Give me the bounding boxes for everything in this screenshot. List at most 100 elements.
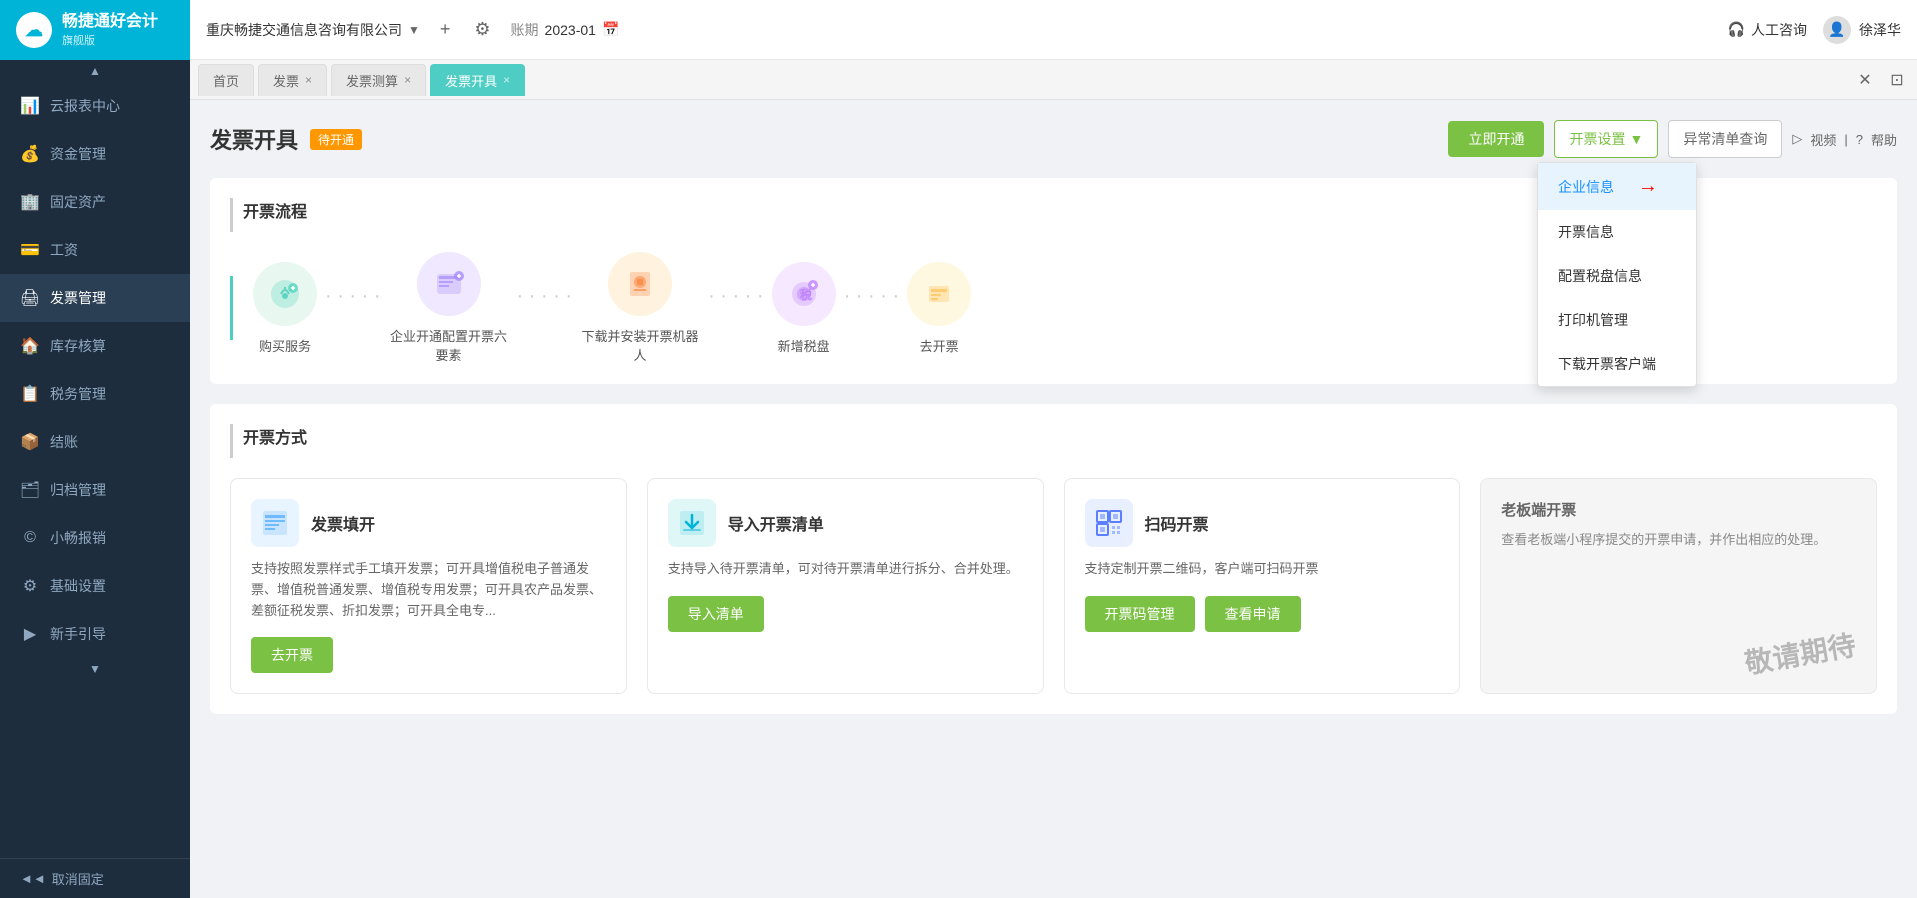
- process-arrow-1: · · · · ·: [325, 285, 381, 332]
- user-menu[interactable]: 👤 徐泽华: [1823, 16, 1901, 44]
- tab-home-label: 首页: [213, 71, 239, 90]
- process-arrow-4: · · · · ·: [844, 285, 900, 332]
- header-actions: 立即开通 开票设置 ▼ 企业信息 → 开票信息: [1448, 120, 1897, 158]
- sidebar-item-basic-settings[interactable]: ⚙ 基础设置: [0, 562, 190, 610]
- new-guide-icon: ▶: [20, 624, 40, 644]
- settings-icon[interactable]: ⚙: [470, 15, 494, 44]
- sidebar-logo: ☁ 畅捷通好会计 旗舰版: [0, 0, 190, 60]
- sidebar-item-label: 库存核算: [50, 336, 106, 356]
- scan-card-desc: 支持定制开票二维码，客户端可扫码开票: [1085, 559, 1440, 580]
- sidebar-item-label: 云报表中心: [50, 96, 120, 116]
- close-window-button[interactable]: ✕: [1853, 68, 1877, 92]
- tab-invoice-test-close[interactable]: ×: [404, 73, 411, 87]
- process-step-buy: 购买服务: [253, 262, 317, 355]
- settle-icon: 📦: [20, 432, 40, 452]
- sidebar-item-fixed-assets[interactable]: 🏢 固定资产: [0, 178, 190, 226]
- basic-settings-icon: ⚙: [20, 576, 40, 596]
- tab-home[interactable]: 首页: [198, 64, 254, 96]
- scroll-up[interactable]: ▲: [0, 60, 190, 82]
- process-step-config: 企业开通配置开票六要素: [389, 252, 509, 364]
- qr-code-mgmt-button[interactable]: 开票码管理: [1085, 596, 1195, 632]
- process-start-line: [230, 276, 233, 340]
- salary-icon: 💳: [20, 240, 40, 260]
- play-icon: ▷: [1792, 131, 1802, 147]
- dropdown-item-printer[interactable]: 打印机管理: [1538, 298, 1696, 342]
- import-list-button[interactable]: 导入清单: [668, 596, 764, 632]
- video-label[interactable]: 视频: [1810, 130, 1836, 149]
- page-title: 发票开具: [210, 123, 298, 155]
- sidebar-item-tax-mgmt[interactable]: 📋 税务管理: [0, 370, 190, 418]
- sidebar-item-invoice-mgmt[interactable]: 🖨 发票管理: [0, 274, 190, 322]
- sidebar-item-inventory[interactable]: 🏠 库存核算: [0, 322, 190, 370]
- cloud-report-icon: 📊: [20, 96, 40, 116]
- main-area: 重庆畅捷交通信息咨询有限公司 ▼ + ⚙ 账期 2023-01 📅 🎧 人工咨询…: [190, 0, 1917, 898]
- boss-overlay-text: 敬请期待: [1741, 624, 1858, 683]
- logo-title: 畅捷通好会计: [62, 12, 158, 31]
- method-section: 开票方式: [210, 404, 1897, 714]
- tab-invoice-open-close[interactable]: ×: [503, 73, 510, 87]
- method-card-scan: 扫码开票 支持定制开票二维码，客户端可扫码开票 开票码管理 查看申请: [1064, 478, 1461, 694]
- sidebar-item-salary[interactable]: 💳 工资: [0, 226, 190, 274]
- sidebar-item-cloud-report[interactable]: 📊 云报表中心: [0, 82, 190, 130]
- method-card-import: 导入开票清单 支持导入待开票清单，可对待开票清单进行拆分、合并处理。 导入清单: [647, 478, 1044, 694]
- sidebar-item-fund-mgmt[interactable]: 💰 资金管理: [0, 130, 190, 178]
- view-application-button[interactable]: 查看申请: [1205, 596, 1301, 632]
- cancel-pin-button[interactable]: ◄◄ 取消固定: [0, 858, 190, 898]
- fund-mgmt-icon: 💰: [20, 144, 40, 164]
- process-buy-label: 购买服务: [259, 336, 311, 355]
- tab-invoice-open-label: 发票开具: [445, 71, 497, 90]
- process-go-invoice-label: 去开票: [920, 336, 959, 355]
- scan-card-header: 扫码开票: [1085, 499, 1440, 547]
- import-card-desc: 支持导入待开票清单，可对待开票清单进行拆分、合并处理。: [668, 559, 1023, 580]
- dropdown-item-tax-disk[interactable]: 配置税盘信息: [1538, 254, 1696, 298]
- sidebar-item-xiaochang[interactable]: © 小畅报销: [0, 514, 190, 562]
- sidebar-item-label: 固定资产: [50, 192, 106, 212]
- config-icon: [417, 252, 481, 316]
- tax-mgmt-icon: 📋: [20, 384, 40, 404]
- add-company-button[interactable]: +: [436, 15, 455, 44]
- sidebar-item-label: 基础设置: [50, 576, 106, 596]
- company-name: 重庆畅捷交通信息咨询有限公司: [206, 20, 402, 40]
- sidebar-item-new-guide[interactable]: ▶ 新手引导: [0, 610, 190, 658]
- xiaochang-icon: ©: [20, 528, 40, 548]
- tab-invoice-open[interactable]: 发票开具 ×: [430, 64, 525, 96]
- process-step-download: 下载并安装开票机器人: [580, 252, 700, 364]
- settings-button[interactable]: 开票设置 ▼: [1554, 120, 1658, 158]
- red-arrow-icon: →: [1638, 175, 1658, 197]
- pin-icon: ◄◄: [20, 871, 46, 886]
- process-step-taxdisk: 税 新增税盘: [772, 262, 836, 355]
- activate-button[interactable]: 立即开通: [1448, 121, 1544, 157]
- logo-subtitle: 旗舰版: [62, 32, 158, 48]
- sidebar-item-archive[interactable]: 🗂 归档管理: [0, 466, 190, 514]
- help-label[interactable]: 帮助: [1871, 130, 1897, 149]
- scroll-down[interactable]: ▼: [0, 658, 190, 680]
- video-help-area: ▷ 视频 | ? 帮助: [1792, 130, 1897, 149]
- sidebar-item-label: 新手引导: [50, 624, 106, 644]
- tab-invoice[interactable]: 发票 ×: [258, 64, 327, 96]
- tab-invoice-close[interactable]: ×: [305, 73, 312, 87]
- sidebar: ☁ 畅捷通好会计 旗舰版 ▲ 📊 云报表中心 💰 资金管理 🏢 固定资产 💳: [0, 0, 190, 898]
- sidebar-item-settle[interactable]: 📦 结账: [0, 418, 190, 466]
- period-selector[interactable]: 账期 2023-01 📅: [511, 20, 620, 40]
- dropdown-item-download-client[interactable]: 下载开票客户端: [1538, 342, 1696, 386]
- dropdown-download-client-label: 下载开票客户端: [1558, 356, 1656, 372]
- logo-icon: ☁: [16, 12, 52, 48]
- import-card-header: 导入开票清单: [668, 499, 1023, 547]
- dropdown-item-invoice-info[interactable]: 开票信息: [1538, 210, 1696, 254]
- query-button[interactable]: 异常清单查询: [1668, 120, 1782, 158]
- support-button[interactable]: 🎧 人工咨询: [1728, 20, 1807, 40]
- boss-card-desc: 查看老板端小程序提交的开票申请，并作出相应的处理。: [1501, 530, 1856, 551]
- dropdown-company-info-label: 企业信息: [1558, 179, 1614, 195]
- company-selector[interactable]: 重庆畅捷交通信息咨询有限公司 ▼: [206, 20, 420, 40]
- tab-invoice-test-label: 发票测算: [346, 71, 398, 90]
- page-title-row: 发票开具 待开通: [210, 123, 362, 155]
- tab-invoice-test[interactable]: 发票测算 ×: [331, 64, 426, 96]
- period-value: 2023-01: [545, 22, 596, 38]
- dropdown-item-company-info[interactable]: 企业信息 →: [1538, 163, 1696, 210]
- window-controls: ✕ ⊡: [1853, 68, 1909, 92]
- fill-go-invoice-button[interactable]: 去开票: [251, 637, 333, 673]
- boss-card-title: 老板端开票: [1501, 499, 1856, 520]
- sidebar-item-label: 资金管理: [50, 144, 106, 164]
- svg-text:税: 税: [800, 287, 812, 302]
- maximize-window-button[interactable]: ⊡: [1885, 68, 1909, 92]
